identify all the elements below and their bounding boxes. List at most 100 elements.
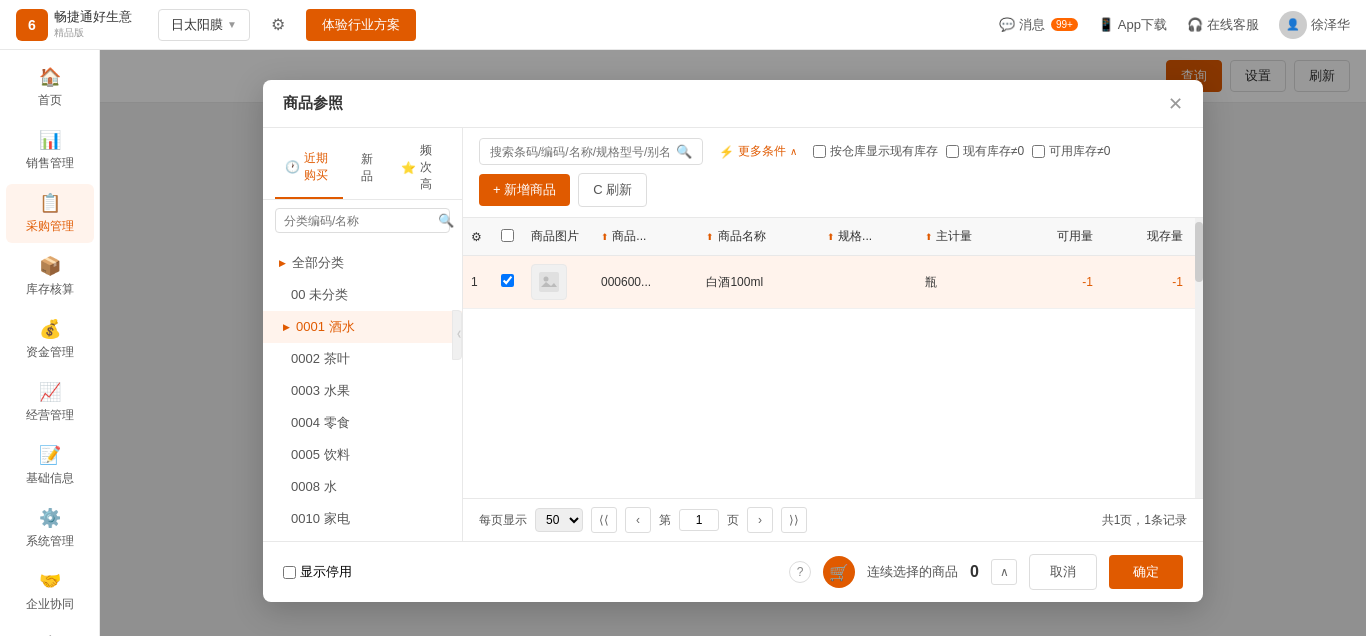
show-disabled-input[interactable] [283, 566, 296, 579]
filter-more-btn[interactable]: ⚡ 更多条件 ∧ [711, 139, 805, 164]
shopping-cart-icon: 🛒 [829, 563, 849, 582]
page-number-input[interactable] [679, 509, 719, 531]
selected-count: 0 [970, 563, 979, 581]
user-item[interactable]: 👤 徐泽华 [1279, 11, 1350, 39]
cat-label-0: 00 未分类 [291, 286, 348, 304]
cat-item-7[interactable]: 0010 家电 [263, 503, 462, 535]
next-page-btn[interactable]: › [747, 507, 773, 533]
total-info: 共1页，1条记录 [1102, 512, 1187, 529]
nav-dropdown[interactable]: 日太阳膜 ▼ [158, 9, 250, 41]
selected-label: 连续选择的商品 [867, 563, 958, 581]
chevron-left-icon: 《 [453, 329, 461, 340]
cat-item-1[interactable]: ▶ 0001 酒水 [263, 311, 462, 343]
avatar: 👤 [1279, 11, 1307, 39]
cat-item-6[interactable]: 0008 水 [263, 471, 462, 503]
sort-icon-unit: ⬆ [925, 232, 933, 242]
product-search-input[interactable] [490, 145, 670, 159]
cat-item-0[interactable]: 00 未分类 [263, 279, 462, 311]
sidebar-label-7: 系统管理 [26, 533, 74, 550]
per-page-select[interactable]: 50 [535, 508, 583, 532]
product-table-container: ⚙ 商品图片 [463, 218, 1203, 498]
cat-item-4[interactable]: 0004 零食 [263, 407, 462, 439]
filter-icon: ⚡ [719, 145, 734, 159]
cat-item-all[interactable]: ▶ 全部分类 [263, 247, 462, 279]
checkbox-by-warehouse-label: 按仓库显示现有库存 [830, 143, 938, 160]
show-disabled-checkbox[interactable]: 显示停用 [283, 563, 352, 581]
th-name[interactable]: ⬆ 商品名称 [698, 218, 818, 256]
cat-item-2[interactable]: 0002 茶叶 [263, 343, 462, 375]
sidebar-item-8[interactable]: 🤝企业协同 [6, 562, 94, 621]
app-download-item[interactable]: 📱 App下载 [1098, 16, 1167, 34]
checkbox-available-nonzero-input[interactable] [1032, 145, 1045, 158]
refresh-modal-button[interactable]: C 刷新 [578, 173, 647, 207]
table-scrollbar[interactable] [1195, 218, 1203, 498]
tab-recent-purchase[interactable]: 🕐 近期购买 [275, 136, 343, 199]
sidebar-item-5[interactable]: 📈经营管理 [6, 373, 94, 432]
collapse-footer-btn[interactable]: ∧ [991, 559, 1017, 585]
sidebar-item-3[interactable]: 📦库存核算 [6, 247, 94, 306]
stock-value: -1 [1172, 275, 1183, 289]
message-label: 消息 [1019, 16, 1045, 34]
nav-right: 💬 消息 99+ 📱 App下载 🎧 在线客服 👤 徐泽华 [999, 11, 1350, 39]
search-icon-main[interactable]: 🔍 [676, 144, 692, 159]
sidebar-item-0[interactable]: 🏠首页 [6, 58, 94, 117]
help-icon[interactable]: ? [789, 561, 811, 583]
online-service-item[interactable]: 🎧 在线客服 [1187, 16, 1259, 34]
page-word: 第 [659, 512, 671, 529]
sidebar-icon-6: 📝 [39, 444, 61, 466]
row-name: 白酒100ml [698, 256, 818, 309]
cat-item-3[interactable]: 0003 水果 [263, 375, 462, 407]
checkbox-stock-nonzero-input[interactable] [946, 145, 959, 158]
logo-text-block: 畅捷通好生意 精品版 [54, 9, 132, 40]
sidebar-item-7[interactable]: ⚙️系统管理 [6, 499, 94, 558]
cancel-button[interactable]: 取消 [1029, 554, 1097, 590]
checkbox-by-warehouse[interactable]: 按仓库显示现有库存 [813, 143, 938, 160]
cat-item-5[interactable]: 0005 饮料 [263, 439, 462, 471]
prev-page-btn[interactable]: ‹ [625, 507, 651, 533]
th-spec-label: 规格... [838, 229, 872, 243]
category-search-input[interactable] [284, 214, 434, 228]
sidebar-icon-4: 💰 [39, 318, 61, 340]
category-search-section: 🔍 [263, 200, 462, 241]
logo-area: 6 畅捷通好生意 精品版 [16, 9, 146, 41]
th-unit[interactable]: ⬆ 主计量 [917, 218, 1018, 256]
select-all-checkbox[interactable] [501, 229, 514, 242]
sidebar-item-1[interactable]: 📊销售管理 [6, 121, 94, 180]
th-gear[interactable]: ⚙ [463, 218, 493, 256]
experience-button[interactable]: 体验行业方案 [306, 9, 416, 41]
search-icon[interactable]: 🔍 [438, 213, 454, 228]
sidebar-item-9[interactable]: 🎓新手引导 [6, 625, 94, 636]
checkbox-by-warehouse-input[interactable] [813, 145, 826, 158]
message-item[interactable]: 💬 消息 99+ [999, 16, 1078, 34]
row-stock: -1 [1101, 256, 1203, 309]
logo-title: 畅捷通好生意 [54, 9, 132, 26]
th-available-label: 可用量 [1057, 229, 1093, 243]
last-page-btn[interactable]: ⟩⟩ [781, 507, 807, 533]
th-code[interactable]: ⬆ 商品... [593, 218, 698, 256]
tab-new-product[interactable]: 新品 [347, 136, 387, 199]
cart-icon[interactable]: 🛒 [823, 556, 855, 588]
cat-label-1: 0001 酒水 [296, 318, 355, 336]
add-product-button[interactable]: + 新增商品 [479, 174, 570, 206]
first-page-btn[interactable]: ⟨⟨ [591, 507, 617, 533]
collapse-panel-btn[interactable]: 《 [452, 310, 462, 360]
checkbox-available-nonzero[interactable]: 可用库存≠0 [1032, 143, 1110, 160]
product-modal: 商品参照 ✕ 🕐 近期购买 [263, 80, 1203, 602]
th-spec[interactable]: ⬆ 规格... [819, 218, 917, 256]
gear-icon[interactable]: ⚙ [262, 9, 294, 41]
table-row[interactable]: 1 [463, 256, 1203, 309]
sidebar-item-6[interactable]: 📝基础信息 [6, 436, 94, 495]
confirm-button[interactable]: 确定 [1109, 555, 1183, 589]
modal-overlay: 商品参照 ✕ 🕐 近期购买 [100, 50, 1366, 636]
th-stock-label: 现存量 [1147, 229, 1183, 243]
message-badge: 99+ [1051, 18, 1078, 31]
sidebar-item-4[interactable]: 💰资金管理 [6, 310, 94, 369]
tab-frequent[interactable]: ⭐ 频次高 [391, 136, 450, 199]
username-label: 徐泽华 [1311, 16, 1350, 34]
close-icon[interactable]: ✕ [1168, 95, 1183, 113]
checkbox-stock-nonzero[interactable]: 现有库存≠0 [946, 143, 1024, 160]
sidebar-icon-5: 📈 [39, 381, 61, 403]
row-checkbox[interactable] [501, 274, 514, 287]
sidebar-item-2[interactable]: 📋采购管理 [6, 184, 94, 243]
row-image-cell [523, 256, 593, 309]
